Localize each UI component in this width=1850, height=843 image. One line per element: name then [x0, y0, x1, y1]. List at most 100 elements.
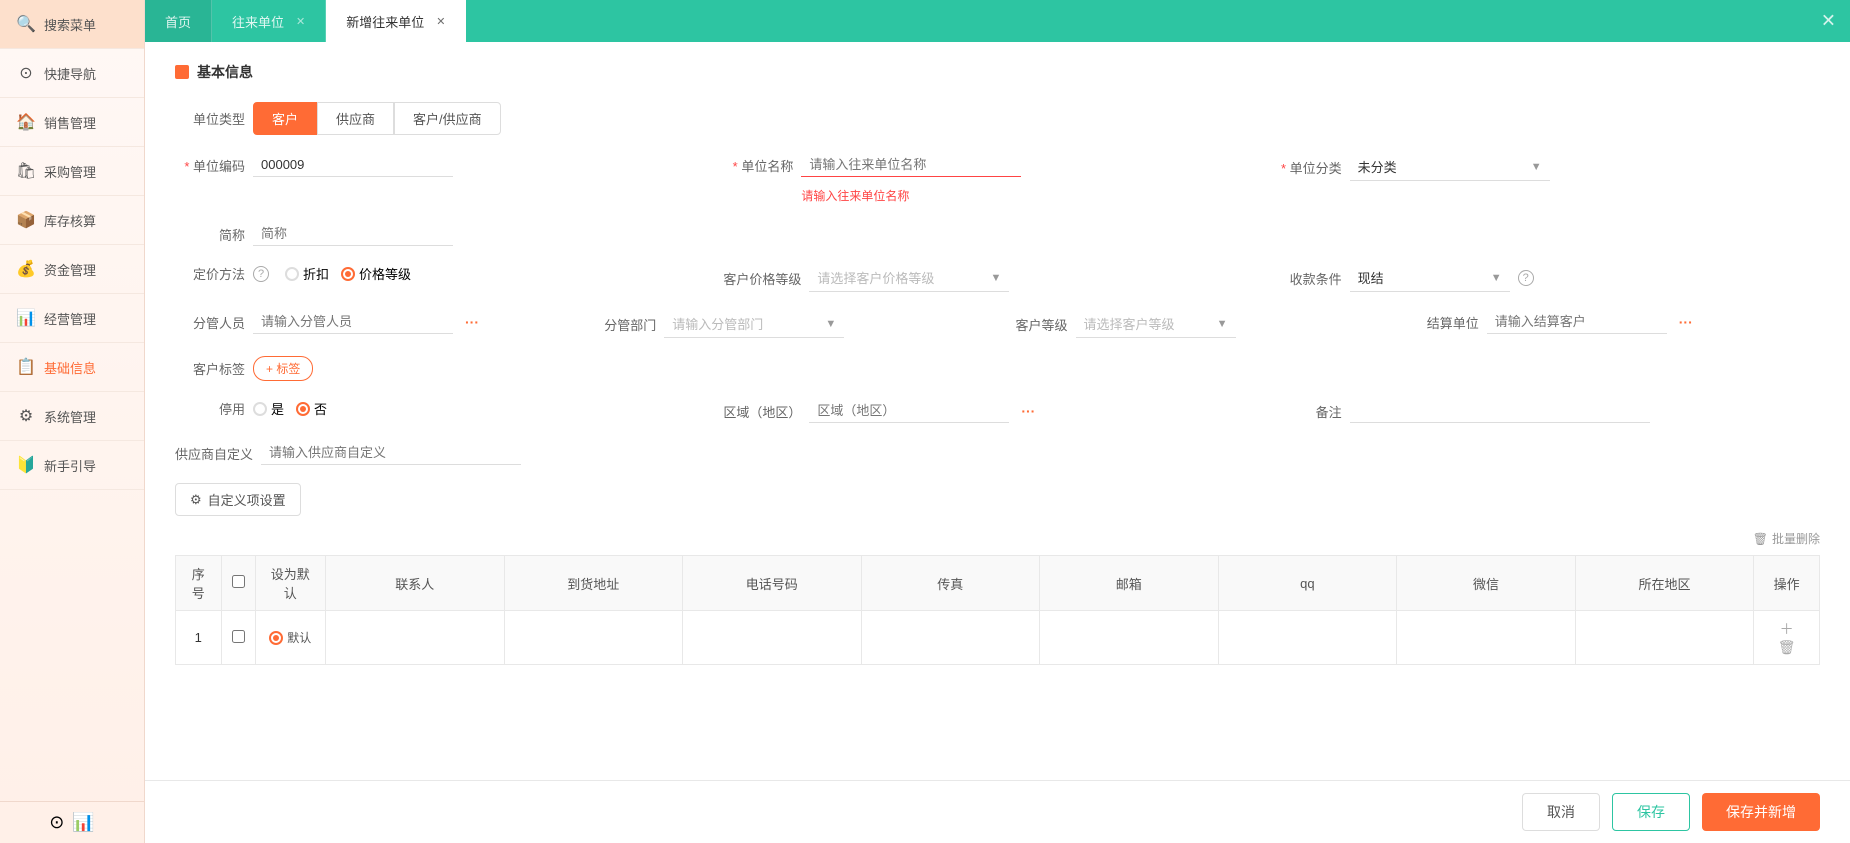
sidebar-bottom-icon1[interactable]: ⊙ — [49, 812, 64, 833]
pricing-radio-level[interactable]: 价格等级 — [341, 264, 411, 283]
save-add-button[interactable]: 保存并新增 — [1702, 793, 1820, 831]
wechat-input[interactable] — [1407, 630, 1565, 645]
type-btn-both[interactable]: 客户/供应商 — [394, 102, 501, 135]
payment-help-icon[interactable]: ? — [1518, 270, 1534, 286]
settlement-more-btn[interactable]: ··· — [1675, 314, 1697, 330]
cancel-button[interactable]: 取消 — [1522, 793, 1600, 831]
row-region[interactable] — [1575, 611, 1754, 665]
type-btn-supplier[interactable]: 供应商 — [317, 102, 394, 135]
row-qq[interactable] — [1218, 611, 1397, 665]
dept-select[interactable]: 请输入分管部门 ▼ — [664, 310, 844, 338]
row-checkbox[interactable] — [232, 630, 245, 643]
sidebar-item-inventory[interactable]: 📦 库存核算 — [0, 196, 144, 245]
customer-level-placeholder: 请选择客户等级 — [1084, 314, 1175, 333]
pricing-help-icon[interactable]: ? — [253, 266, 269, 282]
disabled-radio-yes[interactable]: 是 — [253, 399, 284, 418]
tab-partners-close[interactable]: ✕ — [296, 15, 305, 28]
row-delete-btn[interactable]: 🗑 — [1775, 639, 1799, 655]
unit-type-group: 客户 供应商 客户/供应商 — [253, 102, 501, 135]
sidebar-item-operations[interactable]: 📊 经营管理 — [0, 294, 144, 343]
unit-name-input[interactable] — [801, 153, 1021, 177]
form-item-dept: 分管部门 请输入分管部门 ▼ — [586, 310, 997, 338]
tab-bar: 首页 往来单位 ✕ 新增往来单位 ✕ ✕ — [145, 0, 1850, 42]
radio-circle-level — [341, 267, 355, 281]
table-row: 1 默认 — [176, 611, 1820, 665]
form-row-supplier-custom: 供应商自定义 — [175, 441, 1820, 465]
note-input[interactable] — [1350, 399, 1650, 423]
email-input[interactable] — [1050, 630, 1208, 645]
table-select-all[interactable] — [232, 575, 245, 588]
row-address[interactable] — [504, 611, 683, 665]
sidebar-item-finance[interactable]: 💰 资金管理 — [0, 245, 144, 294]
sidebar-bottom-icon2[interactable]: 📊 — [72, 812, 94, 833]
inventory-icon: 📦 — [16, 210, 36, 230]
type-btn-customer[interactable]: 客户 — [253, 102, 317, 135]
payment-terms-select[interactable]: 现结 ▼ — [1350, 264, 1510, 292]
form-item-customer-price-level: 客户价格等级 请选择客户价格等级 ▼ — [723, 264, 1271, 292]
qq-input[interactable] — [1229, 630, 1387, 645]
batch-delete-button[interactable]: 🗑 批量删除 — [1753, 530, 1820, 547]
sidebar-item-search[interactable]: 🔍 搜索菜单 — [0, 0, 144, 49]
sidebar-item-guide[interactable]: 🔰 新手引导 — [0, 441, 144, 490]
unit-code-input[interactable] — [253, 153, 453, 177]
row-add-btn[interactable]: ＋ — [1777, 621, 1797, 637]
tag-add-button[interactable]: + 标签 — [253, 356, 313, 381]
pricing-radio-group: 折扣 价格等级 — [285, 264, 411, 283]
note-label: 备注 — [1272, 402, 1342, 421]
region-input[interactable] — [809, 399, 1009, 423]
row-email[interactable] — [1040, 611, 1219, 665]
row-contact[interactable] — [326, 611, 505, 665]
form-item-unit-name: 单位名称 请输入往来单位名称 — [723, 153, 1271, 204]
supplier-custom-input[interactable] — [261, 441, 521, 465]
search-icon: 🔍 — [16, 14, 36, 34]
row-default-radio[interactable]: 默认 — [266, 629, 316, 646]
chevron-down-icon4: ▼ — [825, 318, 836, 330]
sidebar-item-purchase[interactable]: 🛍 采购管理 — [0, 147, 144, 196]
row-region-input[interactable] — [1586, 630, 1744, 645]
form-row-pricing: 定价方法 ? 折扣 价格等级 客户价格等级 请选择客户价格等级 — [175, 264, 1820, 292]
form-footer: 取消 保存 保存并新增 — [145, 780, 1850, 843]
customer-level-select[interactable]: 请选择客户等级 ▼ — [1076, 310, 1236, 338]
custom-settings-button[interactable]: ⚙ 自定义项设置 — [175, 483, 301, 516]
manager-input[interactable] — [253, 310, 453, 334]
tab-partners[interactable]: 往来单位 ✕ — [212, 0, 326, 42]
tab-new-partner-close[interactable]: ✕ — [436, 15, 445, 28]
contact-input[interactable] — [336, 630, 494, 645]
col-actions: 操作 — [1754, 556, 1820, 611]
save-button[interactable]: 保存 — [1612, 793, 1690, 831]
window-close-button[interactable]: ✕ — [1821, 11, 1836, 32]
sidebar-item-sales[interactable]: 🏠 销售管理 — [0, 98, 144, 147]
customer-level-label: 客户等级 — [998, 315, 1068, 334]
fax-input[interactable] — [872, 630, 1030, 645]
row-phone[interactable] — [683, 611, 862, 665]
form-item-shortname: 简称 — [175, 222, 1820, 246]
unit-category-select[interactable]: 未分类 ▼ — [1350, 153, 1550, 181]
region-more-btn[interactable]: ··· — [1017, 403, 1039, 419]
row-fax[interactable] — [861, 611, 1040, 665]
row-index: 1 — [176, 611, 222, 665]
customer-price-level-label: 客户价格等级 — [723, 269, 801, 288]
form-item-region: 区域（地区） ··· — [723, 399, 1271, 423]
form-item-note: 备注 — [1272, 399, 1820, 423]
sidebar-item-basic[interactable]: 📋 基础信息 — [0, 343, 144, 392]
purchase-icon: 🛍 — [16, 161, 36, 181]
address-input[interactable] — [515, 630, 673, 645]
manager-more-btn[interactable]: ··· — [461, 314, 483, 330]
phone-input[interactable] — [693, 630, 851, 645]
tab-new-partner[interactable]: 新增往来单位 ✕ — [326, 0, 466, 42]
form-item-unit-category: 单位分类 未分类 ▼ — [1272, 153, 1820, 181]
settings-gear-icon: ⚙ — [190, 492, 202, 508]
row-wechat[interactable] — [1397, 611, 1576, 665]
unit-category-label: 单位分类 — [1272, 158, 1342, 177]
short-name-input[interactable] — [253, 222, 453, 246]
customer-price-level-select[interactable]: 请选择客户价格等级 ▼ — [809, 264, 1009, 292]
disabled-radio-no[interactable]: 否 — [296, 399, 327, 418]
settlement-unit-input[interactable] — [1487, 310, 1667, 334]
customer-price-level-placeholder: 请选择客户价格等级 — [817, 268, 934, 287]
tab-home[interactable]: 首页 — [145, 0, 212, 42]
unit-code-label: 单位编码 — [175, 156, 245, 175]
sidebar-item-system[interactable]: ⚙ 系统管理 — [0, 392, 144, 441]
payment-terms-value: 现结 — [1358, 268, 1384, 287]
pricing-radio-discount[interactable]: 折扣 — [285, 264, 329, 283]
sidebar-item-quicknav[interactable]: ⊙ 快捷导航 — [0, 49, 144, 98]
